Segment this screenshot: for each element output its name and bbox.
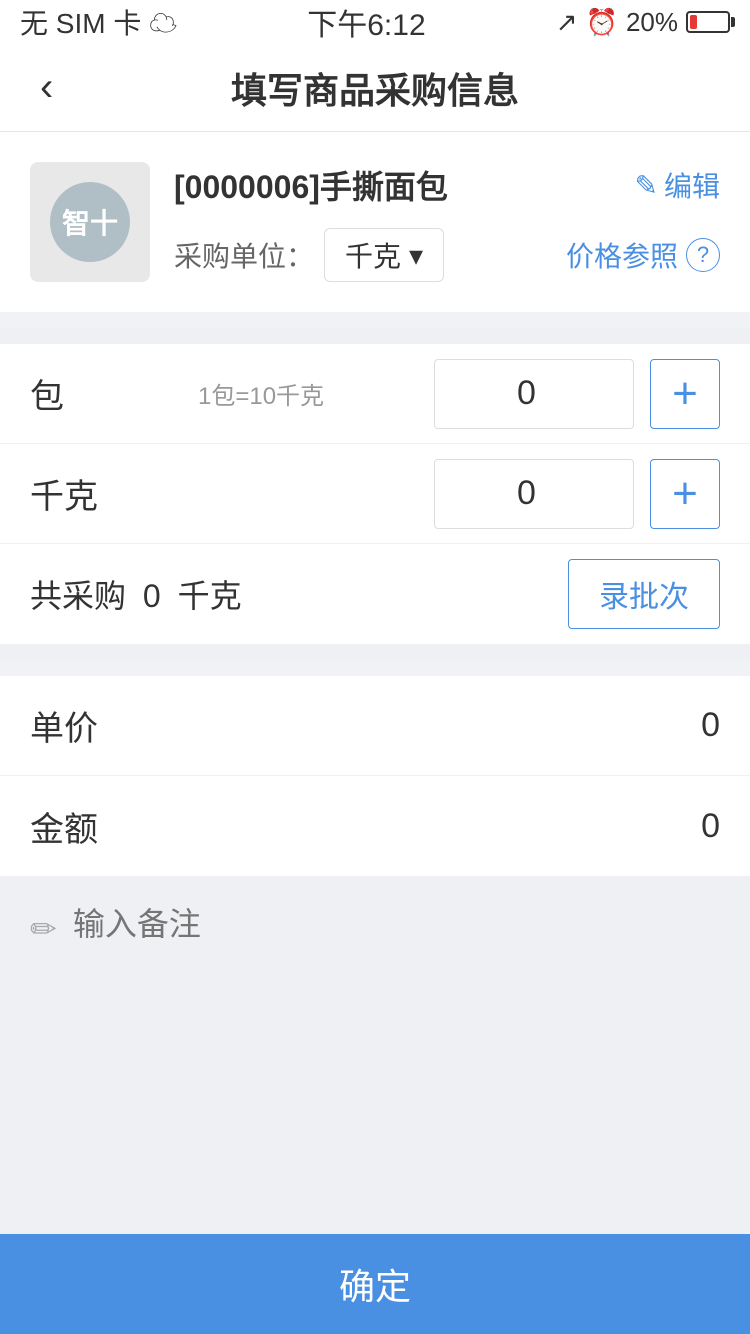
product-name-row: [0000006]手撕面包 ✎ 编辑 bbox=[174, 162, 720, 208]
product-name: [0000006]手撕面包 bbox=[174, 162, 448, 208]
input-section: 包 1包=10千克 + 千克 + 共采购 0 千克 录批次 bbox=[0, 344, 750, 644]
battery-icon bbox=[686, 11, 730, 33]
unit-label: 采购单位： bbox=[174, 235, 314, 275]
sim-status: 无 SIM 卡 ☁ bbox=[20, 2, 177, 42]
pencil-icon: ✏ bbox=[30, 910, 57, 948]
price-reference-button[interactable]: 价格参照 ? bbox=[566, 235, 720, 275]
kg-input-wrap: + bbox=[190, 459, 720, 529]
summary-row: 共采购 0 千克 录批次 bbox=[0, 544, 750, 644]
unit-row: 采购单位： 千克 ▾ 价格参照 ? bbox=[174, 228, 720, 282]
back-button[interactable]: ‹ bbox=[30, 55, 63, 120]
navigation-icon: ↗ bbox=[556, 7, 578, 38]
notes-section: ✏ bbox=[0, 876, 750, 978]
amount-value: 0 bbox=[701, 807, 720, 846]
status-bar-left: 无 SIM 卡 ☁ bbox=[20, 2, 177, 42]
unit-value: 千克 bbox=[345, 235, 401, 275]
status-bar-right: ↗ ⏰ 20% bbox=[556, 7, 730, 38]
info-icon: ? bbox=[686, 238, 720, 272]
edit-button[interactable]: ✎ 编辑 bbox=[635, 165, 720, 205]
unit-price-label: 单价 bbox=[30, 701, 98, 750]
page-title: 填写商品采购信息 bbox=[231, 62, 519, 114]
page: 无 SIM 卡 ☁ 下午6:12 ↗ ⏰ 20% ‹ 填写商品采购信息 智十 [… bbox=[0, 0, 750, 1334]
confirm-label: 确定 bbox=[339, 1258, 411, 1310]
bag-input-wrap: + bbox=[324, 359, 720, 429]
notes-input[interactable] bbox=[73, 906, 720, 943]
kg-label: 千克 bbox=[30, 469, 190, 518]
summary-unit: 千克 bbox=[178, 578, 242, 614]
edit-icon: ✎ bbox=[635, 169, 658, 202]
price-section: 单价 0 金额 0 bbox=[0, 676, 750, 876]
nav-bar: ‹ 填写商品采购信息 bbox=[0, 44, 750, 132]
amount-label: 金额 bbox=[30, 802, 98, 851]
unit-price-row: 单价 0 bbox=[0, 676, 750, 776]
product-info: [0000006]手撕面包 ✎ 编辑 采购单位： 千克 ▾ 价格参照 ? bbox=[174, 162, 720, 282]
status-bar-time: 下午6:12 bbox=[307, 0, 425, 44]
bag-label: 包 bbox=[30, 369, 190, 418]
batch-button[interactable]: 录批次 bbox=[568, 559, 720, 629]
bag-input-row: 包 1包=10千克 + bbox=[0, 344, 750, 444]
content-area bbox=[0, 978, 750, 1234]
confirm-button[interactable]: 确定 bbox=[0, 1234, 750, 1334]
kg-input[interactable] bbox=[434, 459, 634, 529]
kg-plus-button[interactable]: + bbox=[650, 459, 720, 529]
bag-sublabel: 1包=10千克 bbox=[198, 376, 324, 411]
unit-price-value: 0 bbox=[701, 706, 720, 745]
battery-percent: 20% bbox=[626, 7, 678, 38]
alarm-icon: ⏰ bbox=[586, 7, 618, 38]
amount-row: 金额 0 bbox=[0, 776, 750, 876]
bag-plus-button[interactable]: + bbox=[650, 359, 720, 429]
product-image: 智十 bbox=[30, 162, 150, 282]
section-divider-2 bbox=[0, 644, 750, 660]
price-ref-label: 价格参照 bbox=[566, 235, 678, 275]
product-logo: 智十 bbox=[50, 182, 130, 262]
status-bar: 无 SIM 卡 ☁ 下午6:12 ↗ ⏰ 20% bbox=[0, 0, 750, 44]
section-divider-1 bbox=[0, 328, 750, 344]
summary-value: 0 bbox=[143, 578, 161, 614]
dropdown-icon: ▾ bbox=[409, 239, 423, 272]
product-card: 智十 [0000006]手撕面包 ✎ 编辑 采购单位： 千克 ▾ bbox=[0, 132, 750, 312]
unit-select[interactable]: 千克 ▾ bbox=[324, 228, 444, 282]
battery-fill bbox=[690, 15, 697, 29]
edit-label: 编辑 bbox=[664, 165, 720, 205]
summary-text: 共采购 0 千克 bbox=[30, 571, 242, 617]
summary-prefix: 共采购 bbox=[30, 578, 126, 614]
bag-input[interactable] bbox=[434, 359, 634, 429]
kg-input-row: 千克 + bbox=[0, 444, 750, 544]
